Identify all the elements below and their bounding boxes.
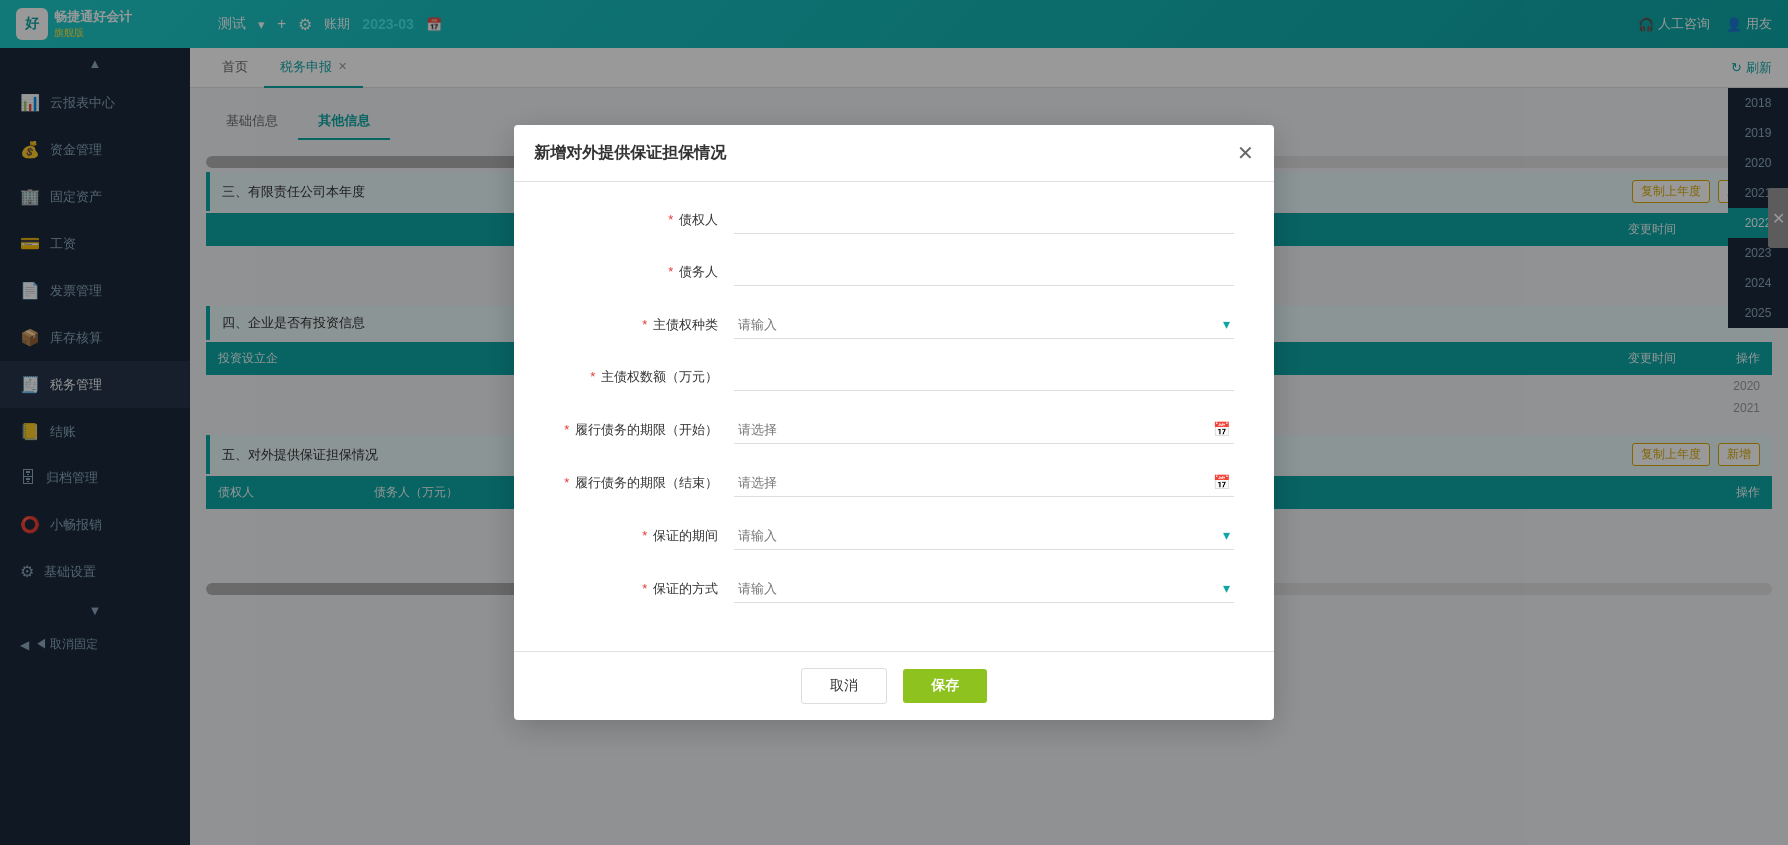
form-row-guarantee-method: * 保证的方式 ▾: [554, 574, 1234, 603]
modal-dialog: 新增对外提供保证担保情况 ✕ * 债权人 * 债务人: [514, 125, 1274, 720]
guarantee-method-select-wrapper[interactable]: ▾: [734, 574, 1234, 603]
modal-overlay: 新增对外提供保证担保情况 ✕ * 债权人 * 债务人: [0, 0, 1788, 845]
modal-footer: 取消 保存: [514, 651, 1274, 720]
obligation-end-date-wrapper[interactable]: 📅: [734, 468, 1234, 497]
creditor-label: * 债权人: [554, 211, 734, 229]
guarantee-method-input[interactable]: [738, 581, 1223, 596]
required-star: *: [642, 317, 647, 332]
modal-close-button[interactable]: ✕: [1237, 141, 1254, 165]
modal-title: 新增对外提供保证担保情况: [534, 143, 726, 164]
claim-amount-label: * 主债权数额（万元）: [554, 368, 734, 386]
required-star: *: [642, 528, 647, 543]
claim-type-select-wrapper[interactable]: ▾: [734, 310, 1234, 339]
chevron-down-icon: ▾: [1223, 527, 1230, 543]
calendar-icon: 📅: [1213, 474, 1230, 490]
guarantee-period-label: * 保证的期间: [554, 527, 734, 545]
required-star: *: [564, 475, 569, 490]
claim-type-label: * 主债权种类: [554, 316, 734, 334]
form-row-obligation-end: * 履行债务的期限（结束） 📅: [554, 468, 1234, 497]
required-star: *: [668, 264, 673, 279]
required-star: *: [590, 369, 595, 384]
debtor-input[interactable]: [734, 258, 1234, 286]
obligation-start-label: * 履行债务的期限（开始）: [554, 421, 734, 439]
required-star: *: [564, 422, 569, 437]
modal-header: 新增对外提供保证担保情况 ✕: [514, 125, 1274, 182]
form-row-claim-amount: * 主债权数额（万元）: [554, 363, 1234, 391]
form-row-creditor: * 债权人: [554, 206, 1234, 234]
chevron-down-icon: ▾: [1223, 316, 1230, 332]
calendar-icon: 📅: [1213, 421, 1230, 437]
chevron-down-icon: ▾: [1223, 580, 1230, 596]
claim-amount-input[interactable]: [734, 363, 1234, 391]
claim-type-input[interactable]: [738, 317, 1223, 332]
guarantee-method-label: * 保证的方式: [554, 580, 734, 598]
form-row-debtor: * 债务人: [554, 258, 1234, 286]
obligation-end-input[interactable]: [738, 475, 1213, 490]
modal-body: * 债权人 * 债务人 * 主债权种类: [514, 182, 1274, 651]
form-row-obligation-start: * 履行债务的期限（开始） 📅: [554, 415, 1234, 444]
guarantee-period-select-wrapper[interactable]: ▾: [734, 521, 1234, 550]
required-star: *: [668, 212, 673, 227]
form-row-claim-type: * 主债权种类 ▾: [554, 310, 1234, 339]
cancel-button[interactable]: 取消: [801, 668, 887, 704]
guarantee-period-input[interactable]: [738, 528, 1223, 543]
required-star: *: [642, 581, 647, 596]
obligation-start-date-wrapper[interactable]: 📅: [734, 415, 1234, 444]
creditor-input[interactable]: [734, 206, 1234, 234]
obligation-end-label: * 履行债务的期限（结束）: [554, 474, 734, 492]
form-row-guarantee-period: * 保证的期间 ▾: [554, 521, 1234, 550]
debtor-label: * 债务人: [554, 263, 734, 281]
obligation-start-input[interactable]: [738, 422, 1213, 437]
save-button[interactable]: 保存: [903, 669, 987, 703]
